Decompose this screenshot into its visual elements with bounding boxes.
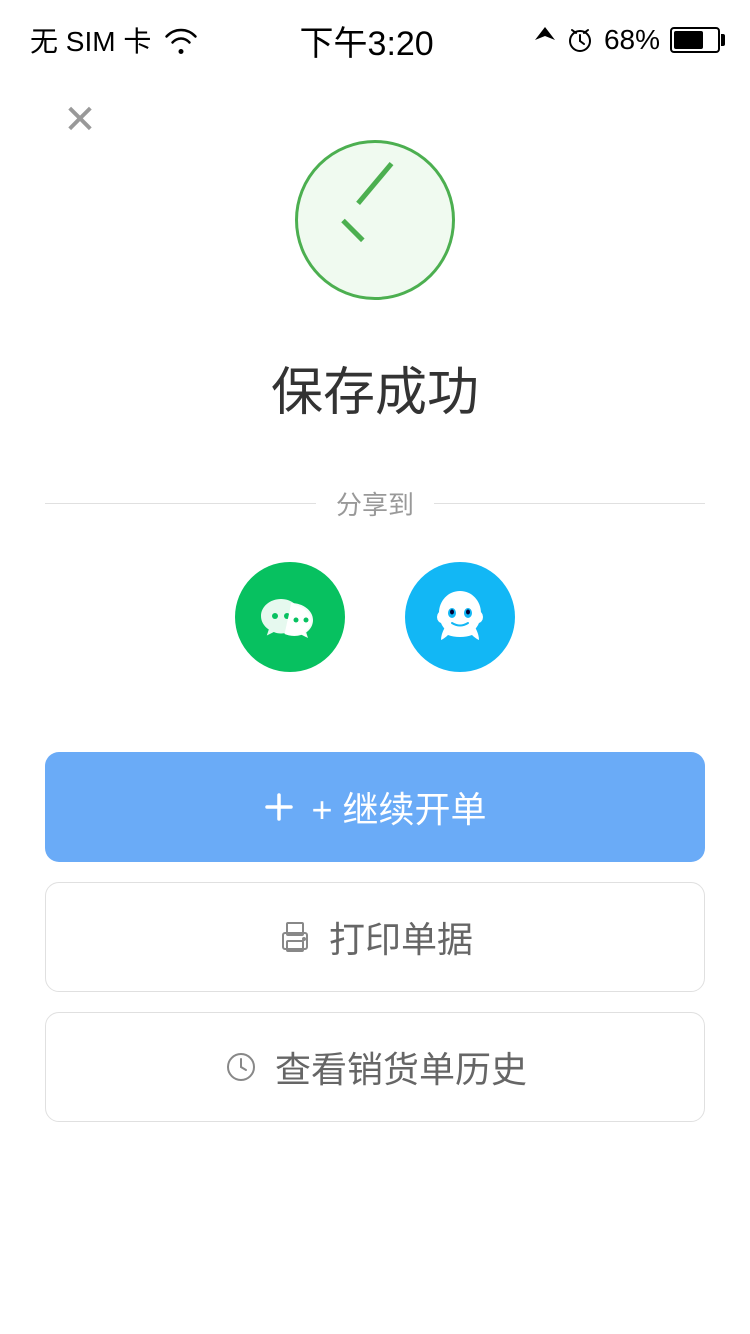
no-sim-text: 无 SIM 卡 xyxy=(30,20,151,60)
success-circle xyxy=(295,140,455,300)
close-button[interactable]: ✕ xyxy=(50,90,110,150)
history-icon xyxy=(223,1049,259,1085)
alarm-icon xyxy=(566,26,594,54)
share-divider: 分享到 xyxy=(45,485,705,522)
divider-line-right xyxy=(434,503,705,504)
wechat-icon xyxy=(259,591,321,643)
qq-icon xyxy=(430,585,490,649)
battery-percent: 68% xyxy=(604,24,660,56)
checkmark-icon xyxy=(335,190,415,250)
qq-share-button[interactable] xyxy=(405,562,515,672)
print-label: 打印单据 xyxy=(329,911,473,963)
status-right: 68% xyxy=(534,24,720,56)
main-content: 保存成功 分享到 xyxy=(0,80,750,1122)
wifi-icon xyxy=(163,25,199,55)
status-time: 下午3:20 xyxy=(300,16,434,65)
location-icon xyxy=(534,26,556,54)
print-button[interactable]: 打印单据 xyxy=(45,882,705,992)
wechat-share-button[interactable] xyxy=(235,562,345,672)
status-left: 无 SIM 卡 xyxy=(30,20,199,60)
plus-icon xyxy=(263,791,295,823)
success-title: 保存成功 xyxy=(271,350,479,425)
history-button[interactable]: 查看销货单历史 xyxy=(45,1012,705,1122)
share-label: 分享到 xyxy=(336,485,414,522)
continue-button[interactable]: + 继续开单 xyxy=(45,752,705,862)
status-bar: 无 SIM 卡 下午3:20 68% xyxy=(0,0,750,80)
continue-label: + 继续开单 xyxy=(311,781,486,833)
history-label: 查看销货单历史 xyxy=(275,1041,527,1093)
battery-indicator xyxy=(670,27,720,53)
divider-line-left xyxy=(45,503,316,504)
print-icon xyxy=(277,919,313,955)
share-icons xyxy=(235,562,515,672)
action-buttons: + 继续开单 打印单据 查看销货单历史 xyxy=(45,752,705,1122)
close-icon: ✕ xyxy=(63,100,97,140)
